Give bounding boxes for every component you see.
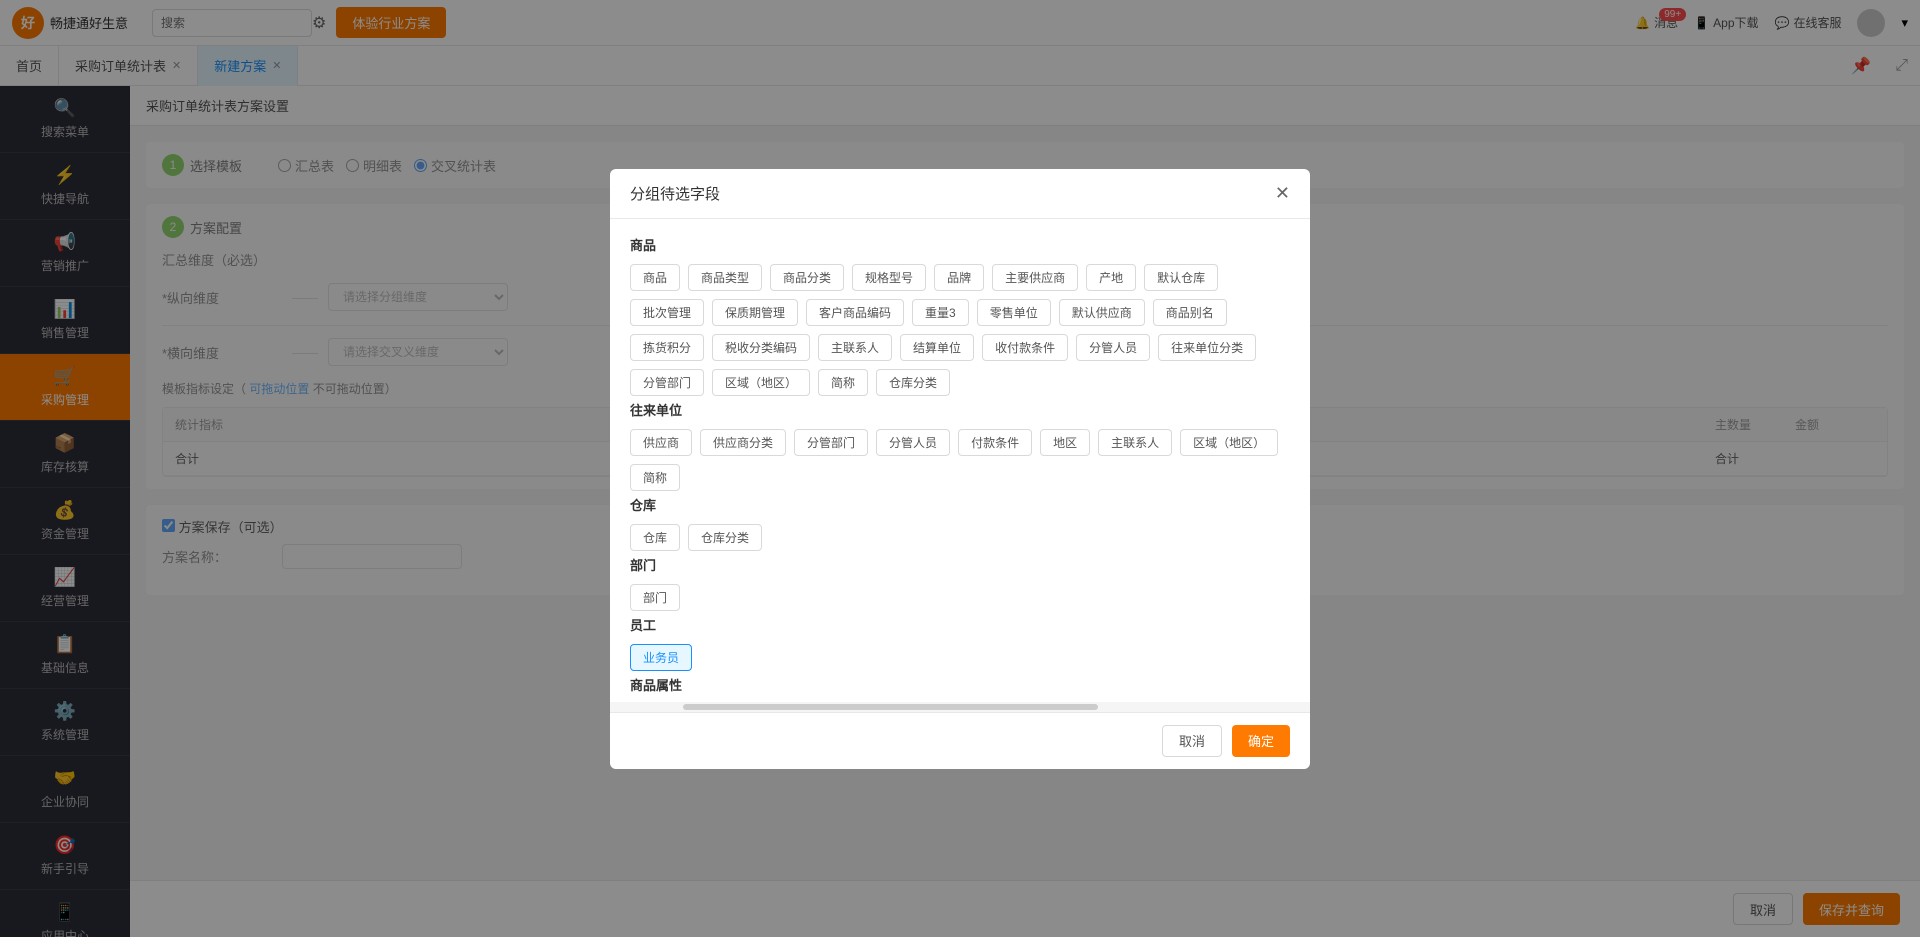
modal-cancel-button[interactable]: 取消: [1162, 725, 1222, 757]
field-tag[interactable]: 默认供应商: [1059, 299, 1145, 326]
field-tags-员工: 业务员: [630, 644, 1290, 671]
field-tag[interactable]: 结算单位: [900, 334, 974, 361]
field-tag[interactable]: 保质期管理: [712, 299, 798, 326]
field-tag[interactable]: 仓库分类: [876, 369, 950, 396]
field-section-title-员工: 员工: [630, 615, 1290, 634]
modal-close-button[interactable]: ✕: [1275, 183, 1290, 204]
modal-dialog: 分组待选字段 ✕ 商品商品商品类型商品分类规格型号品牌主要供应商产地默认仓库批次…: [610, 169, 1310, 769]
field-tag[interactable]: 仓库分类: [688, 524, 762, 551]
field-section-title-部门: 部门: [630, 555, 1290, 574]
field-tag[interactable]: 地区: [1040, 429, 1090, 456]
field-tag[interactable]: 业务员: [630, 644, 692, 671]
modal-overlay: 分组待选字段 ✕ 商品商品商品类型商品分类规格型号品牌主要供应商产地默认仓库批次…: [0, 0, 1920, 937]
field-tags-部门: 部门: [630, 584, 1290, 611]
field-section-仓库: 仓库仓库仓库分类: [630, 495, 1290, 551]
field-section-员工: 员工业务员: [630, 615, 1290, 671]
field-tag[interactable]: 商品分类: [770, 264, 844, 291]
field-tag[interactable]: 主联系人: [1098, 429, 1172, 456]
field-section-往来单位: 往来单位供应商供应商分类分管部门分管人员付款条件地区主联系人区域（地区） 简称: [630, 400, 1290, 491]
field-tag[interactable]: 批次管理: [630, 299, 704, 326]
modal-title: 分组待选字段: [630, 183, 720, 204]
field-tag[interactable]: 重量3: [912, 299, 969, 326]
field-tag[interactable]: 零售单位: [977, 299, 1051, 326]
field-tag[interactable]: 客户商品编码: [806, 299, 904, 326]
field-tag[interactable]: 分管部门: [630, 369, 704, 396]
field-section-商品: 商品商品商品类型商品分类规格型号品牌主要供应商产地默认仓库批次管理保质期管理客户…: [630, 235, 1290, 396]
field-tag[interactable]: 分管人员: [1076, 334, 1150, 361]
field-tags-仓库: 仓库仓库分类: [630, 524, 1290, 551]
modal-body[interactable]: 商品商品商品类型商品分类规格型号品牌主要供应商产地默认仓库批次管理保质期管理客户…: [610, 219, 1310, 703]
field-tags-往来单位: 供应商供应商分类分管部门分管人员付款条件地区主联系人区域（地区） 简称: [630, 429, 1290, 491]
field-tag[interactable]: 区域（地区）: [1180, 429, 1278, 456]
field-tag[interactable]: 供应商: [630, 429, 692, 456]
field-tag[interactable]: 产地: [1086, 264, 1136, 291]
field-section-title-仓库: 仓库: [630, 495, 1290, 514]
field-tag[interactable]: 税收分类编码: [712, 334, 810, 361]
field-section-部门: 部门部门: [630, 555, 1290, 611]
field-tag[interactable]: 部门: [630, 584, 680, 611]
field-tag[interactable]: 分管人员: [876, 429, 950, 456]
modal-hscroll-bar: [683, 704, 1098, 710]
field-tag[interactable]: 简称: [818, 369, 868, 396]
field-tag[interactable]: 规格型号: [852, 264, 926, 291]
field-section-title-往来单位: 往来单位: [630, 400, 1290, 419]
modal-hscroll: [610, 702, 1310, 711]
field-tag[interactable]: 主联系人: [818, 334, 892, 361]
field-tag[interactable]: 拣货积分: [630, 334, 704, 361]
field-tag[interactable]: 付款条件: [958, 429, 1032, 456]
field-tag[interactable]: 分管部门: [794, 429, 868, 456]
field-section-title-商品: 商品: [630, 235, 1290, 254]
field-tag[interactable]: 区域（地区）: [712, 369, 810, 396]
field-tag[interactable]: 简称: [630, 464, 680, 491]
field-tag[interactable]: 商品别名: [1153, 299, 1227, 326]
field-tag[interactable]: 收付款条件: [982, 334, 1068, 361]
modal-confirm-button[interactable]: 确定: [1232, 725, 1290, 757]
field-tag[interactable]: 默认仓库: [1144, 264, 1218, 291]
field-tag[interactable]: 商品类型: [688, 264, 762, 291]
field-tag[interactable]: 品牌: [934, 264, 984, 291]
field-tags-商品: 商品商品类型商品分类规格型号品牌主要供应商产地默认仓库批次管理保质期管理客户商品…: [630, 264, 1290, 396]
field-section-商品属性: 商品属性属性颜色多规格尺码鞋码1: [630, 675, 1290, 703]
field-tag[interactable]: 商品: [630, 264, 680, 291]
modal-footer: 取消 确定: [610, 712, 1310, 769]
field-section-title-商品属性: 商品属性: [630, 675, 1290, 694]
field-tag[interactable]: 主要供应商: [992, 264, 1078, 291]
field-tag[interactable]: 往来单位分类: [1158, 334, 1256, 361]
modal-header: 分组待选字段 ✕: [610, 169, 1310, 219]
field-tag[interactable]: 仓库: [630, 524, 680, 551]
field-tag[interactable]: 供应商分类: [700, 429, 786, 456]
